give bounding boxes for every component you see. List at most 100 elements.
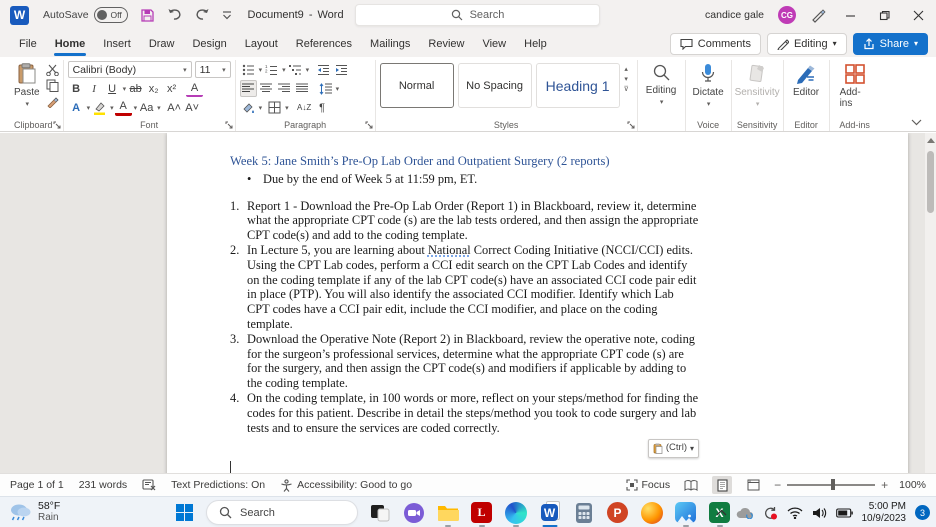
font-color-button[interactable]: A — [114, 99, 132, 116]
italic-button[interactable]: I — [86, 80, 103, 97]
chat-button[interactable] — [401, 500, 426, 525]
collapse-ribbon-button[interactable] — [911, 119, 922, 126]
font-size-combo[interactable]: 11 ▾ — [194, 61, 231, 78]
ribbon-tab-draw[interactable]: Draw — [140, 33, 184, 55]
bullets-button[interactable] — [240, 61, 257, 78]
paste-button[interactable]: Paste ▾ — [8, 61, 46, 117]
file-explorer-button[interactable] — [435, 500, 460, 527]
editing-mode-button[interactable]: Editing ▾ — [766, 32, 847, 55]
shading-button[interactable] — [240, 99, 257, 116]
bold-button[interactable]: B — [68, 80, 85, 97]
line-spacing-button[interactable] — [317, 80, 334, 97]
ink-pen-icon[interactable] — [810, 7, 826, 23]
align-left-button[interactable] — [239, 80, 257, 97]
ribbon-tab-file[interactable]: File — [10, 33, 46, 55]
autosave-switch[interactable]: Off — [93, 7, 128, 23]
zoom-level[interactable]: 100% — [899, 479, 926, 491]
start-button[interactable] — [172, 500, 197, 525]
weather-widget[interactable]: 58°F Rain — [8, 500, 60, 524]
share-button[interactable]: Share ▾ — [852, 32, 928, 55]
editor-button[interactable]: Editor — [788, 61, 825, 100]
superscript-button[interactable]: x² — [163, 80, 180, 97]
edge-button[interactable] — [503, 500, 528, 527]
print-layout-button[interactable] — [712, 476, 733, 494]
font-dialog-launcher[interactable] — [225, 121, 233, 129]
page-indicator[interactable]: Page 1 of 1 — [10, 479, 64, 491]
tray-expand-chevron-icon[interactable] — [716, 509, 727, 516]
zoom-in-button[interactable]: + — [881, 478, 888, 492]
onedrive-icon[interactable] — [736, 507, 754, 519]
scrollbar-thumb[interactable] — [927, 151, 934, 213]
ribbon-tab-review[interactable]: Review — [419, 33, 473, 55]
taskbar-search-box[interactable]: Search — [206, 500, 358, 525]
web-layout-button[interactable] — [743, 476, 763, 494]
styles-scroll-up[interactable]: ▴ — [624, 65, 628, 73]
underline-button[interactable]: U — [104, 80, 121, 97]
comments-button[interactable]: Comments — [669, 32, 761, 55]
ribbon-tab-help[interactable]: Help — [515, 33, 556, 55]
paste-options-button[interactable]: (Ctrl) ▾ — [647, 439, 699, 459]
addins-button[interactable]: Add-ins — [834, 61, 876, 111]
word-count[interactable]: 231 words — [79, 479, 127, 491]
redo-button[interactable] — [195, 8, 210, 22]
subscript-button[interactable]: x₂ — [145, 80, 162, 97]
styles-scroll-down[interactable]: ▾ — [624, 75, 628, 83]
avatar[interactable]: CG — [778, 6, 796, 24]
ribbon-tab-mailings[interactable]: Mailings — [361, 33, 419, 55]
styles-dialog-launcher[interactable] — [627, 121, 635, 129]
wifi-icon[interactable] — [787, 506, 803, 519]
style-normal[interactable]: Normal — [379, 63, 454, 108]
grow-font-button[interactable]: A˄ — [166, 99, 183, 116]
editing-menu-button[interactable]: Editing ▾ — [642, 61, 681, 108]
zoom-out-button[interactable]: − — [774, 478, 781, 492]
text-effects-button[interactable]: A — [68, 99, 85, 116]
justify-button[interactable] — [294, 80, 311, 97]
restore-button[interactable] — [874, 5, 894, 25]
clipboard-dialog-launcher[interactable] — [53, 121, 61, 129]
zoom-slider-thumb[interactable] — [831, 479, 836, 491]
spellcheck-marked-word[interactable]: National — [428, 243, 471, 257]
style-no-spacing[interactable]: No Spacing — [457, 63, 532, 108]
undo-button[interactable] — [167, 8, 183, 22]
text-predictions-status[interactable]: Text Predictions: On — [171, 479, 265, 491]
cut-button[interactable] — [45, 64, 59, 76]
title-search-box[interactable]: Search — [355, 4, 600, 26]
zoom-control[interactable]: − + — [774, 478, 888, 492]
autosave-toggle[interactable]: AutoSave Off — [43, 7, 128, 23]
clock[interactable]: 5:00 PM 10/9/2023 — [862, 501, 907, 524]
photos-button[interactable] — [673, 500, 698, 527]
multilevel-list-button[interactable] — [287, 61, 304, 78]
powerpoint-button[interactable]: P — [605, 500, 630, 525]
document-page[interactable]: Week 5: Jane Smith’s Pre-Op Lab Order an… — [167, 133, 908, 473]
style-heading1[interactable]: Heading 1 — [535, 63, 620, 108]
decrease-indent-button[interactable] — [315, 61, 332, 78]
zoom-slider[interactable] — [787, 479, 876, 491]
borders-button[interactable] — [266, 99, 283, 116]
scroll-up-arrow-icon[interactable] — [926, 138, 935, 143]
account-name[interactable]: candice gale — [705, 9, 764, 21]
proofing-errors-icon[interactable] — [142, 479, 156, 491]
firefox-button[interactable] — [639, 500, 664, 525]
read-mode-button[interactable] — [681, 476, 701, 494]
shrink-font-button[interactable]: A˅ — [184, 99, 201, 116]
increase-indent-button[interactable] — [333, 61, 350, 78]
ribbon-tab-home[interactable]: Home — [46, 33, 95, 56]
ribbon-tab-references[interactable]: References — [287, 33, 361, 55]
calculator-button[interactable] — [571, 500, 596, 525]
dictate-button[interactable]: Dictate ▾ — [690, 61, 727, 110]
minimize-button[interactable] — [840, 5, 860, 25]
highlight-button[interactable] — [91, 99, 108, 116]
save-button[interactable] — [140, 8, 155, 23]
close-button[interactable] — [908, 5, 928, 25]
styles-gallery-expand[interactable]: ⊽ — [624, 85, 629, 93]
ribbon-tab-insert[interactable]: Insert — [94, 33, 140, 55]
ribbon-tab-design[interactable]: Design — [183, 33, 235, 55]
numbering-button[interactable]: 12 — [263, 61, 280, 78]
accessibility-status[interactable]: Accessibility: Good to go — [280, 478, 412, 492]
ribbon-tab-layout[interactable]: Layout — [236, 33, 287, 55]
align-right-button[interactable] — [276, 80, 293, 97]
sort-button[interactable]: A↓Z — [296, 99, 313, 116]
lockdown-browser-button[interactable]: L — [469, 500, 494, 527]
clear-formatting-button[interactable]: A — [186, 80, 204, 97]
task-view-button[interactable] — [367, 500, 392, 525]
